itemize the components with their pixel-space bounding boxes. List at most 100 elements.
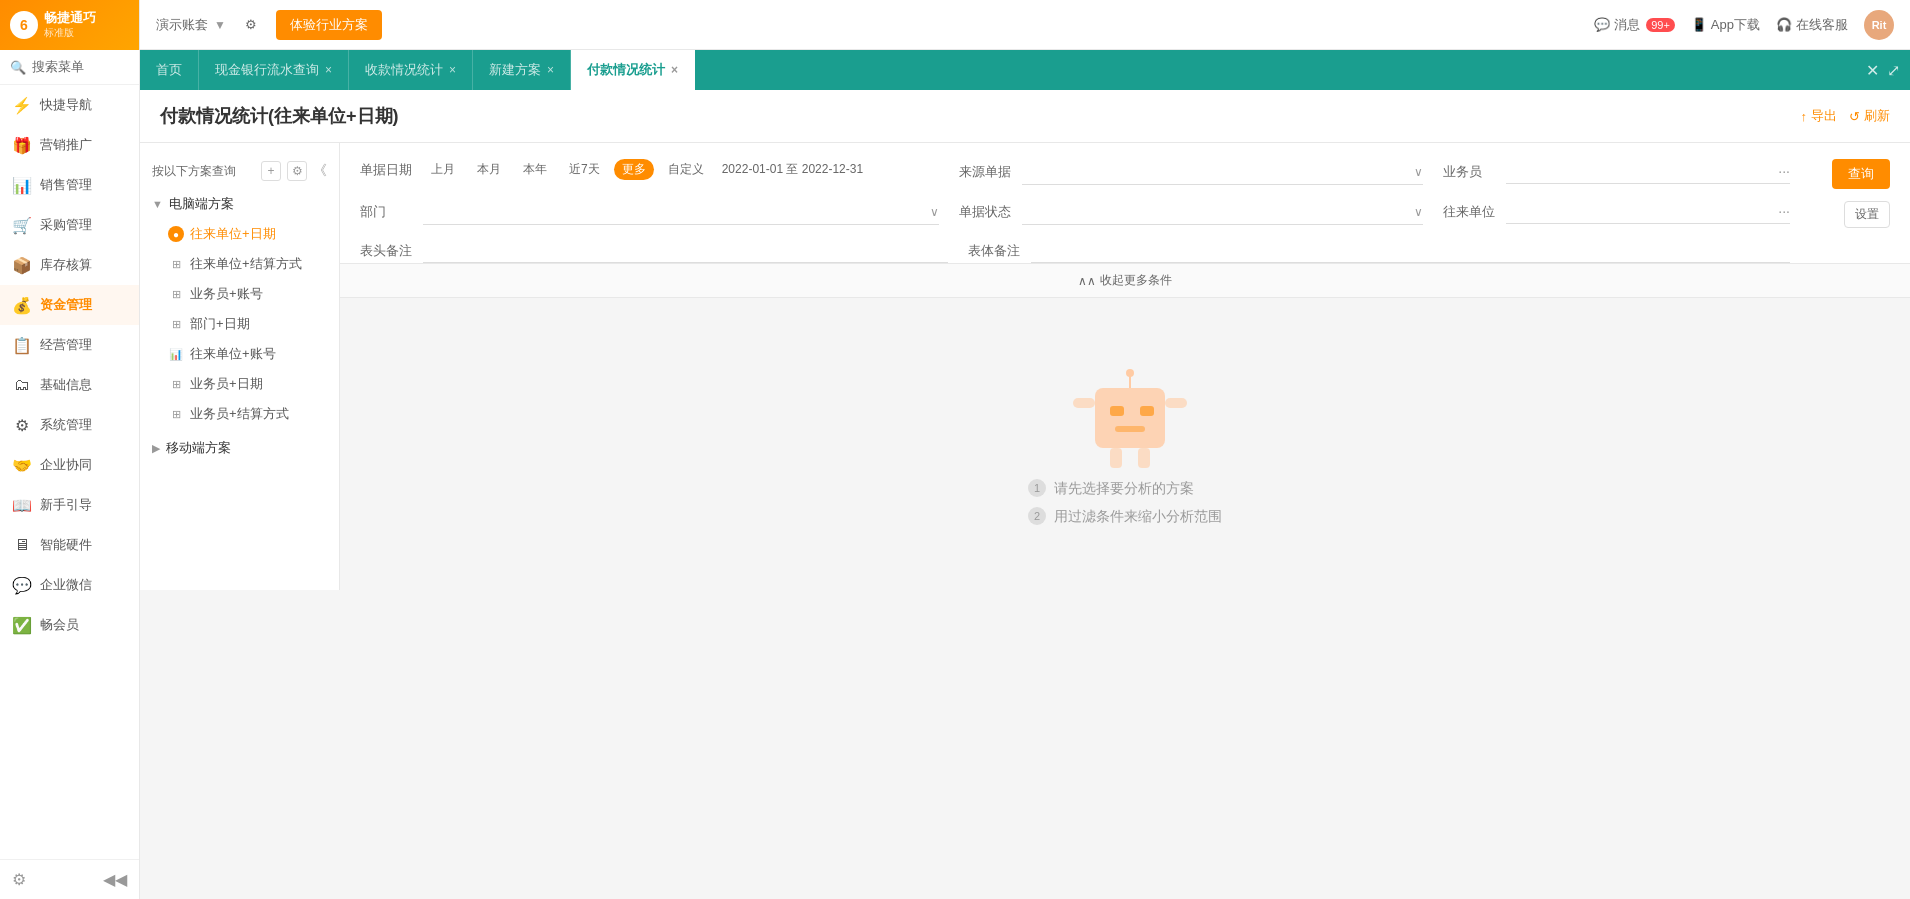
avatar[interactable]: Rit [1864, 10, 1894, 40]
sidebar-item-sales[interactable]: 📊 销售管理 [0, 165, 139, 205]
filter-partner: 往来单位 ··· [1443, 199, 1791, 224]
table-body-note-input[interactable] [1031, 239, 1791, 263]
search-menu[interactable]: 🔍 搜索菜单 [0, 50, 139, 85]
settings-footer-icon[interactable]: ⚙ [12, 870, 26, 889]
tab-home[interactable]: 首页 [140, 50, 199, 90]
sidebar-item-finance[interactable]: 💰 资金管理 [0, 285, 139, 325]
tab-new-scheme[interactable]: 新建方案 × [473, 50, 571, 90]
partner-account-label: 往来单位+账号 [190, 345, 276, 363]
logo-text-group: 畅捷通巧 标准版 [44, 10, 96, 40]
sidebar-item-label: 经营管理 [40, 336, 92, 354]
tab-cash-flow-label: 现金银行流水查询 [215, 61, 319, 79]
collapse-more-label: 收起更多条件 [1100, 272, 1172, 289]
collapse-more-btn[interactable]: ∧∧ 收起更多条件 [340, 263, 1910, 297]
topbar-settings-btn[interactable]: ⚙ [236, 10, 266, 40]
filter-table-header-note: 表头备注 [360, 239, 948, 263]
logo-icon: 6 [10, 11, 38, 39]
voucher-status-chevron-icon: ∨ [1414, 205, 1423, 219]
sidebar-item-label: 库存核算 [40, 256, 92, 274]
sidebar-item-system[interactable]: ⚙ 系统管理 [0, 405, 139, 445]
voucher-status-select[interactable]: ∨ [1022, 199, 1422, 225]
app-download-btn[interactable]: 📱 App下载 [1691, 16, 1760, 34]
scheme-item-staff-account[interactable]: ⊞ 业务员+账号 [140, 279, 339, 309]
scheme-item-partner-date[interactable]: ● 往来单位+日期 [140, 219, 339, 249]
close-tab-btn[interactable]: ✕ [1866, 61, 1879, 80]
step-2-text: 用过滤条件来缩小分析范围 [1054, 502, 1222, 530]
scheme-item-staff-settle[interactable]: ⊞ 业务员+结算方式 [140, 399, 339, 429]
filter-table-body-note: 表体备注 [968, 239, 1791, 263]
date-option-this-year[interactable]: 本年 [515, 159, 555, 180]
source-voucher-select[interactable]: ∨ [1022, 159, 1422, 185]
sidebar-footer: ⚙ ◀◀ [0, 859, 139, 899]
tab-new-scheme-label: 新建方案 [489, 61, 541, 79]
sidebar-item-guide[interactable]: 📖 新手引导 [0, 485, 139, 525]
filter-staff: 业务员 ··· [1443, 159, 1791, 184]
add-scheme-btn[interactable]: + [261, 161, 281, 181]
tab-home-label: 首页 [156, 61, 182, 79]
edit-scheme-btn[interactable]: ⚙ [287, 161, 307, 181]
app-version: 标准版 [44, 26, 96, 40]
tab-payment-stats-close[interactable]: × [671, 63, 678, 77]
scheme-group-desktop-title[interactable]: ▼ 电脑端方案 [140, 189, 339, 219]
tab-payment-stats[interactable]: 付款情况统计 × [571, 50, 695, 90]
sidebar-item-vip[interactable]: ✅ 畅会员 [0, 605, 139, 645]
sidebar-item-purchase[interactable]: 🛒 采购管理 [0, 205, 139, 245]
tab-receipt-stats-close[interactable]: × [449, 63, 456, 77]
staff-dots-icon[interactable]: ··· [1778, 163, 1790, 179]
app-download-icon: 📱 [1691, 17, 1707, 32]
sidebar-item-inventory[interactable]: 📦 库存核算 [0, 245, 139, 285]
scheme-item-dept-date[interactable]: ⊞ 部门+日期 [140, 309, 339, 339]
maximize-btn[interactable]: ⤢ [1887, 61, 1900, 80]
date-option-more[interactable]: 更多 [614, 159, 654, 180]
filter-row-1: 单据日期 上月 本月 本年 近7天 更多 自定义 [360, 159, 1790, 185]
sidebar-item-label: 畅会员 [40, 616, 79, 634]
sidebar-item-label: 资金管理 [40, 296, 92, 314]
partner-dots-icon[interactable]: ··· [1778, 203, 1790, 219]
partner-settle-label: 往来单位+结算方式 [190, 255, 302, 273]
sidebar-item-basic-info[interactable]: 🗂 基础信息 [0, 365, 139, 405]
collapse-sidebar-icon[interactable]: ◀◀ [103, 870, 127, 889]
partner-account-icon: 📊 [168, 346, 184, 362]
tab-cash-flow[interactable]: 现金银行流水查询 × [199, 50, 349, 90]
tab-cash-flow-close[interactable]: × [325, 63, 332, 77]
tab-receipt-stats[interactable]: 收款情况统计 × [349, 50, 473, 90]
date-option-custom[interactable]: 自定义 [660, 159, 712, 180]
page-content: 付款情况统计(往来单位+日期) ↑ 导出 ↺ 刷新 按 [140, 90, 1910, 899]
table-body-note-label: 表体备注 [968, 242, 1023, 260]
scheme-item-partner-account[interactable]: 📊 往来单位+账号 [140, 339, 339, 369]
left-panel-header: 按以下方案查询 + ⚙ 《 [140, 153, 339, 189]
scheme-item-staff-date[interactable]: ⊞ 业务员+日期 [140, 369, 339, 399]
svg-rect-1 [1110, 406, 1124, 416]
refresh-icon: ↺ [1849, 109, 1860, 124]
table-header-note-input[interactable] [423, 239, 948, 263]
scheme-item-partner-settle[interactable]: ⊞ 往来单位+结算方式 [140, 249, 339, 279]
company-selector[interactable]: 演示账套 ▼ [156, 16, 226, 34]
page-header-actions: ↑ 导出 ↺ 刷新 [1801, 107, 1891, 125]
sidebar-item-quick-nav[interactable]: ⚡ 快捷导航 [0, 85, 139, 125]
tab-new-scheme-close[interactable]: × [547, 63, 554, 77]
date-option-last-7-days[interactable]: 近7天 [561, 159, 608, 180]
sidebar-item-operation[interactable]: 📋 经营管理 [0, 325, 139, 365]
sidebar-item-marketing[interactable]: 🎁 营销推广 [0, 125, 139, 165]
empty-step-2: 2 用过滤条件来缩小分析范围 [1028, 502, 1222, 530]
dept-select[interactable]: ∨ [423, 199, 939, 225]
mobile-group-label: 移动端方案 [166, 439, 231, 457]
setting-btn[interactable]: 设置 [1844, 201, 1890, 228]
staff-account-label: 业务员+账号 [190, 285, 263, 303]
sidebar-item-smart-hw[interactable]: 🖥 智能硬件 [0, 525, 139, 565]
finance-icon: 💰 [12, 295, 32, 315]
collapse-panel-btn[interactable]: 《 [313, 162, 327, 180]
export-btn[interactable]: ↑ 导出 [1801, 107, 1838, 125]
message-btn[interactable]: 💬 消息 99+ [1594, 16, 1675, 34]
refresh-btn[interactable]: ↺ 刷新 [1849, 107, 1890, 125]
sidebar-item-wechat[interactable]: 💬 企业微信 [0, 565, 139, 605]
query-btn[interactable]: 查询 [1832, 159, 1890, 189]
date-option-last-month[interactable]: 上月 [423, 159, 463, 180]
date-option-this-month[interactable]: 本月 [469, 159, 509, 180]
scheme-group-mobile-title[interactable]: ▶ 移动端方案 [140, 433, 339, 463]
empty-step-1: 1 请先选择要分析的方案 [1028, 474, 1222, 502]
trial-btn[interactable]: 体验行业方案 [276, 10, 382, 40]
sales-icon: 📊 [12, 175, 32, 195]
sidebar-item-cooperation[interactable]: 🤝 企业协同 [0, 445, 139, 485]
online-service-btn[interactable]: 🎧 在线客服 [1776, 16, 1848, 34]
